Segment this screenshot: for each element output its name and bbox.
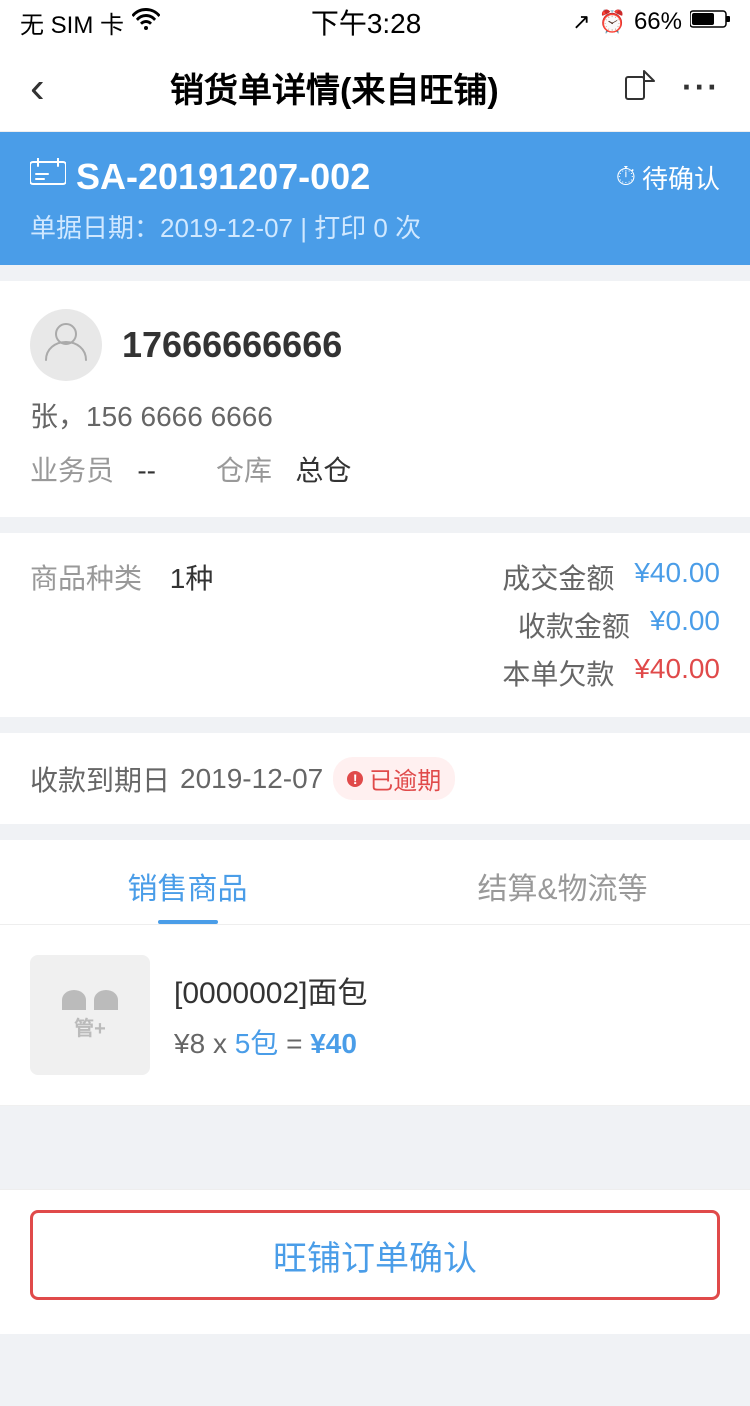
order-date: 单据日期：2019-12-07 | 打印 0 次 bbox=[30, 208, 720, 245]
warehouse-label: 仓库 bbox=[216, 455, 272, 486]
received-value: ¥0.00 bbox=[650, 605, 720, 645]
salesperson-label: 业务员 bbox=[30, 455, 114, 486]
product-logo: 管+ bbox=[62, 990, 118, 1041]
product-price: ¥8 x 5包 = ¥40 bbox=[174, 1022, 720, 1062]
product-list: 管+ [0000002]面包 ¥8 x 5包 = ¥40 bbox=[0, 925, 750, 1106]
share-icon[interactable] bbox=[624, 67, 658, 109]
warehouse-value: 总仓 bbox=[295, 455, 351, 486]
amount-label: 成交金额 bbox=[502, 557, 614, 597]
order-header-top: SA-20191207-002 ⏱ 待确认 bbox=[30, 156, 720, 198]
battery-icon bbox=[690, 8, 730, 36]
product-types-field: 商品种类 1种 bbox=[30, 557, 213, 597]
product-thumbnail: 管+ bbox=[30, 955, 150, 1075]
customer-phone: 17666666666 bbox=[122, 324, 342, 366]
owed-value: ¥40.00 bbox=[634, 653, 720, 693]
quantity: 5包 bbox=[235, 1028, 279, 1059]
summary-amounts: 成交金额 ¥40.00 收款金额 ¥0.00 本单欠款 ¥40.00 bbox=[502, 557, 720, 693]
salesperson-value: -- bbox=[137, 455, 156, 486]
nav-left[interactable]: ‹ bbox=[30, 63, 45, 113]
eye-left bbox=[62, 990, 86, 1010]
customer-card: 17666666666 张，156 6666 6666 业务员 -- 仓库 总仓 bbox=[0, 281, 750, 517]
customer-meta: 业务员 -- 仓库 总仓 bbox=[30, 449, 720, 489]
bottom-btn-area: 旺铺订单确认 bbox=[0, 1189, 750, 1334]
tab-settlement[interactable]: 结算&物流等 bbox=[375, 840, 750, 924]
tab-products[interactable]: 销售商品 bbox=[0, 840, 375, 924]
status-time: 下午3:28 bbox=[311, 2, 422, 42]
battery-text: 66% bbox=[634, 8, 682, 36]
wifi-icon bbox=[132, 8, 160, 37]
nav-bar: ‹ 销货单详情(来自旺铺) ··· bbox=[0, 44, 750, 132]
more-icon[interactable]: ··· bbox=[682, 69, 720, 106]
price-per-unit: ¥8 x 5包 = ¥40 bbox=[174, 1028, 357, 1059]
carrier-text: 无 SIM 卡 bbox=[20, 5, 124, 40]
customer-top: 17666666666 bbox=[30, 309, 720, 381]
order-header: SA-20191207-002 ⏱ 待确认 单据日期：2019-12-07 | … bbox=[0, 132, 750, 265]
product-types-value: 1种 bbox=[170, 557, 214, 597]
overdue-icon: ! bbox=[347, 771, 363, 787]
brand-text: 管+ bbox=[74, 1012, 106, 1041]
back-button[interactable]: ‹ bbox=[30, 63, 45, 113]
due-date-value: 2019-12-07 bbox=[180, 763, 323, 795]
warehouse-field: 仓库 总仓 bbox=[216, 449, 351, 489]
overdue-text: 已逾期 bbox=[369, 761, 441, 796]
confirm-button[interactable]: 旺铺订单确认 bbox=[30, 1210, 720, 1300]
avatar-icon bbox=[44, 318, 88, 372]
alarm-icon: ⏰ bbox=[599, 9, 626, 35]
summary-card: 商品种类 1种 成交金额 ¥40.00 收款金额 ¥0.00 本单欠款 ¥40.… bbox=[0, 533, 750, 717]
clock-icon: ⏱ bbox=[616, 161, 636, 193]
eye-right bbox=[94, 990, 118, 1010]
product-info: [0000002]面包 ¥8 x 5包 = ¥40 bbox=[174, 968, 720, 1062]
amount-row: 成交金额 ¥40.00 bbox=[502, 557, 720, 597]
product-item: 管+ [0000002]面包 ¥8 x 5包 = ¥40 bbox=[0, 925, 750, 1106]
due-date-card: 收款到期日 2019-12-07 ! 已逾期 bbox=[0, 733, 750, 824]
status-bar: 无 SIM 卡 下午3:28 ↗ ⏰ 66% bbox=[0, 0, 750, 44]
status-right: ↗ ⏰ 66% bbox=[572, 8, 730, 36]
received-label: 收款金额 bbox=[518, 605, 630, 645]
owl-eyes bbox=[62, 990, 118, 1010]
product-types-label: 商品种类 bbox=[30, 557, 142, 597]
order-icon bbox=[30, 158, 66, 196]
overdue-badge: ! 已逾期 bbox=[333, 757, 455, 800]
product-total: ¥40 bbox=[310, 1028, 357, 1059]
due-date-label: 收款到期日 bbox=[30, 759, 170, 799]
location-icon: ↗ bbox=[572, 9, 590, 35]
tabs-bar: 销售商品 结算&物流等 bbox=[0, 840, 750, 925]
status-left: 无 SIM 卡 bbox=[20, 5, 160, 40]
page-title: 销货单详情(来自旺铺) bbox=[170, 63, 499, 112]
order-id: SA-20191207-002 bbox=[30, 156, 370, 198]
amount-value: ¥40.00 bbox=[634, 557, 720, 597]
received-row: 收款金额 ¥0.00 bbox=[518, 605, 720, 645]
salesperson-field: 业务员 -- bbox=[30, 449, 156, 489]
avatar bbox=[30, 309, 102, 381]
order-status: ⏱ 待确认 bbox=[616, 159, 720, 196]
customer-name-phone: 张，156 6666 6666 bbox=[30, 395, 720, 435]
product-name: [0000002]面包 bbox=[174, 968, 720, 1012]
owed-row: 本单欠款 ¥40.00 bbox=[502, 653, 720, 693]
owed-label: 本单欠款 bbox=[502, 653, 614, 693]
nav-right[interactable]: ··· bbox=[624, 67, 720, 109]
